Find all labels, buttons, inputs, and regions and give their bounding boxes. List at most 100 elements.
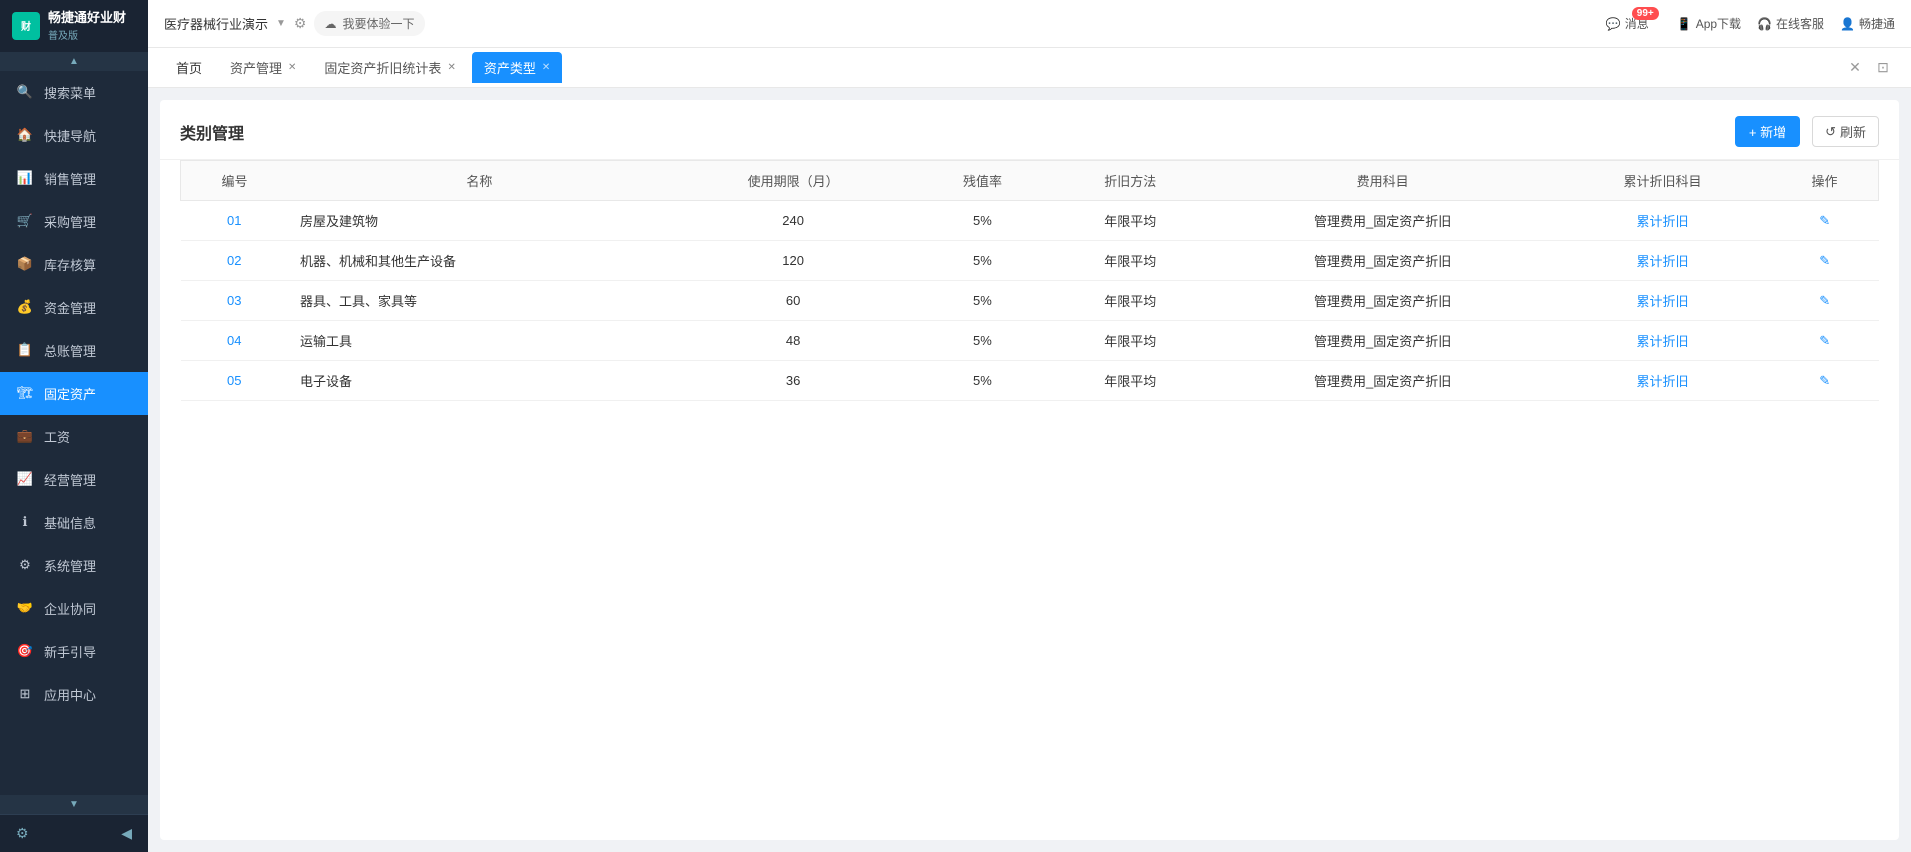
sidebar-item-label: 销售管理 [44, 169, 96, 188]
content-header: 类别管理 + 新增 ↺ 刷新 [160, 100, 1899, 160]
salary-icon: 💼 [16, 427, 34, 445]
cell-name-0: 房屋及建筑物 [288, 201, 671, 241]
sidebar-item-base-info[interactable]: ℹ 基础信息 [0, 501, 148, 544]
sidebar-item-ledger[interactable]: 📋 总账管理 [0, 329, 148, 372]
cell-period-0: 240 [671, 201, 916, 241]
sidebar-item-salary[interactable]: 💼 工资 [0, 415, 148, 458]
logo-icon: 财 [12, 12, 40, 40]
sales-icon: 📊 [16, 169, 34, 187]
cell-expense-4: 管理费用_固定资产折旧 [1211, 361, 1554, 401]
tabs-bar: 首页 资产管理 ✕ 固定资产折旧统计表 ✕ 资产类型 ✕ ✕ ⊡ [148, 48, 1911, 88]
cell-edit-2[interactable]: ✎ [1771, 281, 1878, 321]
sidebar-item-collab[interactable]: 🤝 企业协同 [0, 587, 148, 630]
cell-edit-3[interactable]: ✎ [1771, 321, 1878, 361]
sidebar-item-fixed-assets[interactable]: 🏗 固定资产 [0, 372, 148, 415]
company-name[interactable]: 医疗器械行业演示 [164, 14, 268, 33]
table-container: 编号 名称 使用期限（月） 残值率 折旧方法 费用科目 累计折旧科目 操作 01… [160, 160, 1899, 421]
content-actions: + 新增 ↺ 刷新 [1735, 116, 1879, 147]
trial-button[interactable]: ☁ 我要体验一下 [314, 11, 424, 36]
cell-residual-0: 5% [915, 201, 1049, 241]
cell-name-1: 机器、机械和其他生产设备 [288, 241, 671, 281]
tab-depreciation-report-label: 固定资产折旧统计表 [324, 58, 441, 77]
cell-id-0[interactable]: 01 [181, 201, 288, 241]
table-row: 03 器具、工具、家具等 60 5% 年限平均 管理费用_固定资产折旧 累计折旧… [181, 281, 1879, 321]
cell-expense-3: 管理费用_固定资产折旧 [1211, 321, 1554, 361]
window-close-button[interactable]: ✕ [1843, 56, 1867, 80]
app-download-icon: 📱 [1677, 17, 1692, 31]
sidebar-item-app-center[interactable]: ⊞ 应用中心 [0, 673, 148, 716]
content-area: 类别管理 + 新增 ↺ 刷新 编号 名称 使用期限（月） 残值率 折旧方法 [160, 100, 1899, 840]
table-header-row: 编号 名称 使用期限（月） 残值率 折旧方法 费用科目 累计折旧科目 操作 [181, 161, 1879, 201]
settings-icon[interactable]: ⚙ [16, 825, 29, 842]
sidebar-item-system[interactable]: ⚙ 系统管理 [0, 544, 148, 587]
sidebar-item-operations[interactable]: 📈 经营管理 [0, 458, 148, 501]
notification-badge: 99+ [1632, 7, 1659, 20]
window-maximize-button[interactable]: ⊡ [1871, 56, 1895, 80]
cell-id-3[interactable]: 04 [181, 321, 288, 361]
logo-sub: 普及版 [48, 27, 126, 42]
ledger-icon: 📋 [16, 341, 34, 359]
cell-period-1: 120 [671, 241, 916, 281]
cell-id-2[interactable]: 03 [181, 281, 288, 321]
tab-asset-management[interactable]: 资产管理 ✕ [218, 52, 308, 83]
tab-depreciation-report[interactable]: 固定资产折旧统计表 ✕ [312, 52, 467, 83]
main-area: 医疗器械行业演示 ▼ ⚙ ☁ 我要体验一下 💬 消息 99+ 📱 App下载 🎧… [148, 0, 1911, 852]
col-header-period: 使用期限（月） [671, 161, 916, 201]
user-avatar-button[interactable]: 👤 畅捷通 [1840, 15, 1895, 32]
tab-home[interactable]: 首页 [164, 52, 214, 83]
cell-expense-1: 管理费用_固定资产折旧 [1211, 241, 1554, 281]
tab-home-label: 首页 [176, 58, 202, 77]
cell-id-4[interactable]: 05 [181, 361, 288, 401]
sidebar-item-label: 采购管理 [44, 212, 96, 231]
sidebar-item-quick-nav[interactable]: 🏠 快捷导航 [0, 114, 148, 157]
sidebar-item-purchase[interactable]: 🛒 采购管理 [0, 200, 148, 243]
sidebar-item-funds[interactable]: 💰 资金管理 [0, 286, 148, 329]
collapse-icon[interactable]: ◀ [121, 825, 132, 842]
col-header-residual: 残值率 [915, 161, 1049, 201]
category-table: 编号 名称 使用期限（月） 残值率 折旧方法 费用科目 累计折旧科目 操作 01… [180, 160, 1879, 401]
cell-edit-4[interactable]: ✎ [1771, 361, 1878, 401]
sidebar-item-label: 固定资产 [44, 384, 96, 403]
sidebar-item-label: 经营管理 [44, 470, 96, 489]
user-icon: 👤 [1840, 17, 1855, 31]
sidebar-scroll-down[interactable]: ▼ [0, 795, 148, 814]
cell-accum-3: 累计折旧 [1554, 321, 1771, 361]
sidebar-item-guide[interactable]: 🎯 新手引导 [0, 630, 148, 673]
cell-period-4: 36 [671, 361, 916, 401]
home-icon: 🏠 [16, 126, 34, 144]
cell-edit-0[interactable]: ✎ [1771, 201, 1878, 241]
sidebar-item-label: 系统管理 [44, 556, 96, 575]
cell-name-3: 运输工具 [288, 321, 671, 361]
refresh-button[interactable]: ↺ 刷新 [1812, 116, 1879, 147]
cell-expense-0: 管理费用_固定资产折旧 [1211, 201, 1554, 241]
sidebar-item-sales[interactable]: 📊 销售管理 [0, 157, 148, 200]
sidebar-item-inventory[interactable]: 📦 库存核算 [0, 243, 148, 286]
new-button[interactable]: + 新增 [1735, 116, 1800, 147]
system-icon: ⚙ [16, 556, 34, 574]
app-download-button[interactable]: 📱 App下载 [1677, 15, 1741, 32]
tab-asset-management-close[interactable]: ✕ [288, 62, 296, 73]
sidebar-item-label: 企业协同 [44, 599, 96, 618]
topbar-right: 💬 消息 99+ 📱 App下载 🎧 在线客服 👤 畅捷通 [1606, 15, 1895, 32]
topbar: 医疗器械行业演示 ▼ ⚙ ☁ 我要体验一下 💬 消息 99+ 📱 App下载 🎧… [148, 0, 1911, 48]
dropdown-icon[interactable]: ▼ [276, 18, 286, 29]
cell-method-3: 年限平均 [1049, 321, 1211, 361]
cell-residual-2: 5% [915, 281, 1049, 321]
tab-asset-type[interactable]: 资产类型 ✕ [472, 52, 562, 83]
tab-asset-type-close[interactable]: ✕ [542, 62, 550, 73]
cell-id-1[interactable]: 02 [181, 241, 288, 281]
inventory-icon: 📦 [16, 255, 34, 273]
settings-gear-icon[interactable]: ⚙ [294, 15, 307, 32]
cell-name-4: 电子设备 [288, 361, 671, 401]
sidebar-item-label: 总账管理 [44, 341, 96, 360]
cell-name-2: 器具、工具、家具等 [288, 281, 671, 321]
sidebar: 财 畅捷通好业财 普及版 ▲ 🔍 搜索菜单 🏠 快捷导航 📊 销售管理 🛒 采购… [0, 0, 148, 852]
info-icon: ℹ [16, 513, 34, 531]
notifications-button[interactable]: 💬 消息 99+ [1606, 15, 1649, 32]
cell-edit-1[interactable]: ✎ [1771, 241, 1878, 281]
sidebar-item-label: 基础信息 [44, 513, 96, 532]
sidebar-scroll-up[interactable]: ▲ [0, 52, 148, 71]
tab-depreciation-report-close[interactable]: ✕ [447, 62, 455, 73]
online-service-button[interactable]: 🎧 在线客服 [1757, 15, 1824, 32]
sidebar-item-search[interactable]: 🔍 搜索菜单 [0, 71, 148, 114]
